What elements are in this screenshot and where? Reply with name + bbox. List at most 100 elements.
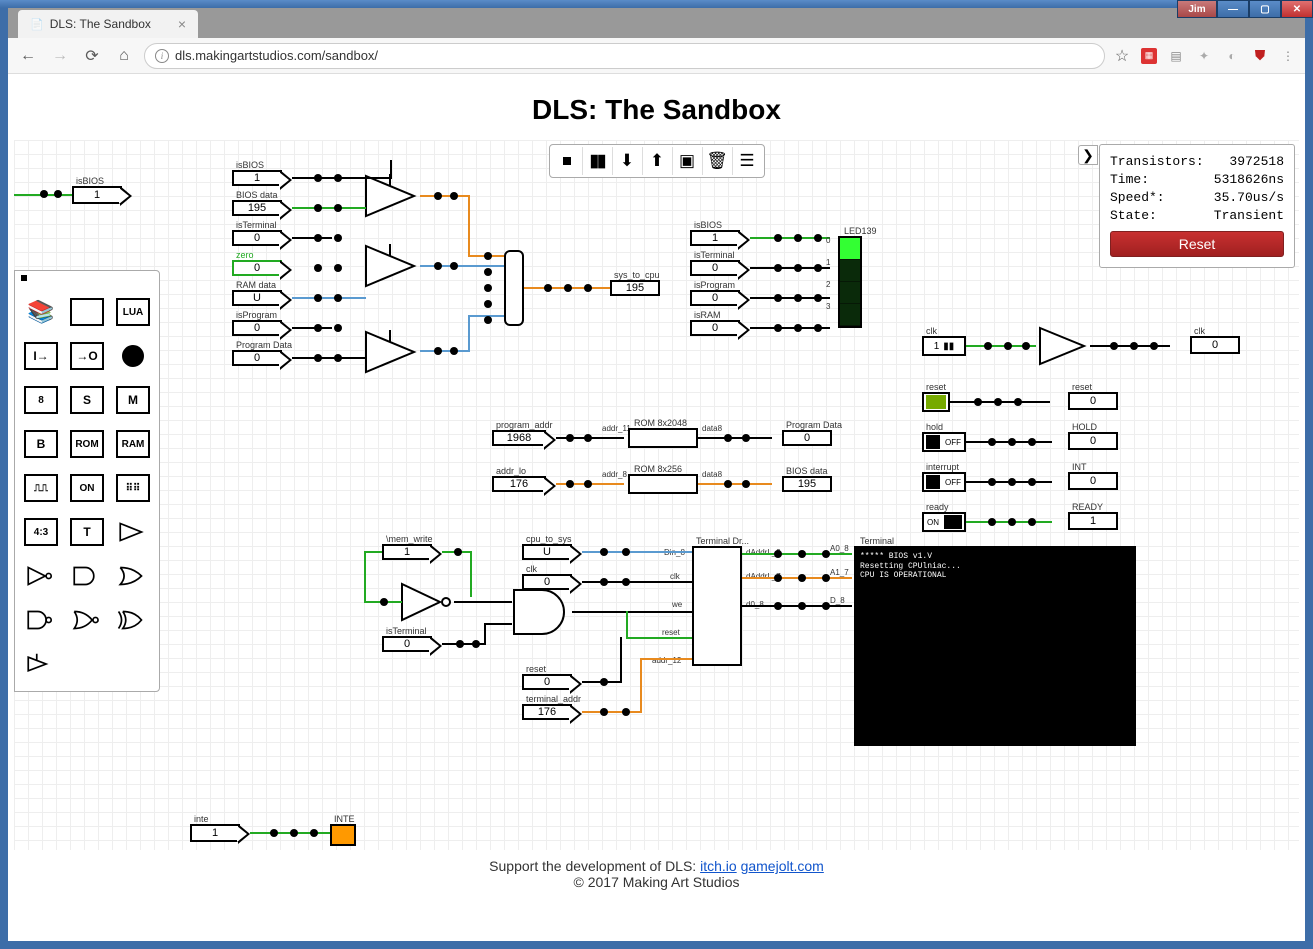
- input-ram-data[interactable]: U: [232, 290, 282, 306]
- pause-button[interactable]: ▮▮: [582, 147, 612, 175]
- buffer-clk[interactable]: [1038, 326, 1092, 366]
- extension-sync-icon[interactable]: ◐: [1223, 47, 1241, 65]
- stop-button[interactable]: [552, 147, 582, 175]
- upload-button[interactable]: ⬆: [642, 147, 672, 175]
- input-program-addr[interactable]: 1968: [492, 430, 546, 446]
- palette-clock-icon[interactable]: ⎍⎍: [19, 467, 63, 509]
- led-panel[interactable]: [838, 236, 862, 328]
- output-program-data[interactable]: 0: [782, 430, 832, 446]
- tristate-gate-3[interactable]: [364, 330, 424, 374]
- input-zero[interactable]: 0: [232, 260, 282, 276]
- palette-output-icon[interactable]: →O: [65, 335, 109, 377]
- input-addr-lo[interactable]: 176: [492, 476, 546, 492]
- input-isterminal2[interactable]: 0: [382, 636, 432, 652]
- input-led-isram[interactable]: 0: [690, 320, 740, 336]
- input-program-data[interactable]: 0: [232, 350, 282, 366]
- palette-b-icon[interactable]: B: [19, 423, 63, 465]
- window-maximize-button[interactable]: ▢: [1249, 0, 1281, 18]
- tristate-gate-2[interactable]: [364, 244, 424, 288]
- input-cpu-to-sys[interactable]: U: [522, 544, 572, 560]
- palette-and-icon[interactable]: [65, 555, 109, 597]
- palette-input-icon[interactable]: I→: [19, 335, 63, 377]
- input-led-isprogram[interactable]: 0: [690, 290, 740, 306]
- back-button[interactable]: ←: [16, 44, 40, 68]
- palette-s-icon[interactable]: S: [65, 379, 109, 421]
- home-button[interactable]: ⌂: [112, 44, 136, 68]
- palette-lua-icon[interactable]: LUA: [111, 291, 155, 333]
- footer-link-gamejolt[interactable]: gamejolt.com: [741, 858, 824, 874]
- select-button[interactable]: ▣: [672, 147, 702, 175]
- palette-rom-icon[interactable]: ROM: [65, 423, 109, 465]
- switch-interrupt[interactable]: OFF: [922, 472, 966, 492]
- palette-handle[interactable]: [21, 275, 27, 281]
- terminal-driver-block[interactable]: [692, 546, 742, 666]
- palette-library-icon[interactable]: [19, 291, 63, 333]
- output-hold[interactable]: 0: [1068, 432, 1118, 450]
- palette-m-icon[interactable]: M: [111, 379, 155, 421]
- browser-tab[interactable]: DLS: The Sandbox ×: [18, 10, 198, 38]
- switch-reset[interactable]: [922, 392, 950, 412]
- tab-close-icon[interactable]: ×: [178, 16, 186, 32]
- extension-rss-icon[interactable]: ▤: [1167, 47, 1185, 65]
- switch-hold[interactable]: OFF: [922, 432, 966, 452]
- forward-button[interactable]: →: [48, 44, 72, 68]
- input-isbios[interactable]: 1: [232, 170, 282, 186]
- input-clk2[interactable]: 0: [522, 574, 572, 590]
- extension-evernote-icon[interactable]: ✦: [1195, 47, 1213, 65]
- palette-buffer-icon[interactable]: [111, 511, 155, 553]
- palette-ram-icon[interactable]: RAM: [111, 423, 155, 465]
- input-led-isterminal[interactable]: 0: [690, 260, 740, 276]
- reset-button[interactable]: Reset: [1110, 231, 1284, 257]
- rom-256[interactable]: [628, 474, 698, 494]
- palette-dotmatrix-icon[interactable]: ⠿⠿: [111, 467, 155, 509]
- address-bar[interactable]: i dls.makingartstudios.com/sandbox/: [144, 43, 1105, 69]
- input-reset2[interactable]: 0: [522, 674, 572, 690]
- output-clk[interactable]: 0: [1190, 336, 1240, 354]
- switch-ready[interactable]: ON: [922, 512, 966, 532]
- palette-not-icon[interactable]: [19, 555, 63, 597]
- output-isbios-left[interactable]: 1: [72, 186, 122, 204]
- delete-button[interactable]: 🗑: [702, 147, 732, 175]
- input-inte[interactable]: 1: [190, 824, 240, 842]
- input-isprogram[interactable]: 0: [232, 320, 282, 336]
- window-minimize-button[interactable]: —: [1217, 0, 1249, 18]
- reload-button[interactable]: ⟳: [80, 44, 104, 68]
- palette-nand-icon[interactable]: [19, 599, 63, 641]
- site-info-icon[interactable]: i: [155, 49, 169, 63]
- menu-button[interactable]: ☰: [732, 147, 762, 175]
- and-gate[interactable]: [512, 588, 576, 636]
- mux-block[interactable]: [504, 250, 524, 326]
- output-bios-data[interactable]: 195: [782, 476, 832, 492]
- circuit-canvas[interactable]: ▮▮ ⬇ ⬆ ▣ 🗑 ☰ ❯ Transistors:3972518 Time:…: [14, 140, 1299, 850]
- bookmark-star-icon[interactable]: ☆: [1113, 47, 1131, 65]
- output-inte[interactable]: [330, 824, 356, 846]
- output-int[interactable]: 0: [1068, 472, 1118, 490]
- palette-t-icon[interactable]: T: [65, 511, 109, 553]
- clock-source[interactable]: 1▮▮: [922, 336, 966, 356]
- palette-tristate-icon[interactable]: [19, 643, 63, 685]
- output-reset[interactable]: 0: [1068, 392, 1118, 410]
- download-button[interactable]: ⬇: [612, 147, 642, 175]
- extension-todoist-icon[interactable]: ▦: [1141, 48, 1157, 64]
- input-mem-write[interactable]: 1: [382, 544, 432, 560]
- palette-display-icon[interactable]: 4:3: [19, 511, 63, 553]
- input-isterminal[interactable]: 0: [232, 230, 282, 246]
- palette-nor-icon[interactable]: [65, 599, 109, 641]
- input-bios-data[interactable]: 195: [232, 200, 282, 216]
- not-gate-memwrite[interactable]: [400, 582, 456, 622]
- output-ready[interactable]: 1: [1068, 512, 1118, 530]
- stats-collapse-button[interactable]: ❯: [1078, 145, 1098, 165]
- palette-7seg-icon[interactable]: 8: [19, 379, 63, 421]
- terminal-display[interactable]: ***** BIOS v1.V Resetting CPUlniac... CP…: [854, 546, 1136, 746]
- chrome-menu-icon[interactable]: ⋮: [1279, 47, 1297, 65]
- input-terminal-addr[interactable]: 176: [522, 704, 572, 720]
- palette-xor-icon[interactable]: [111, 599, 155, 641]
- footer-link-itchio[interactable]: itch.io: [700, 858, 737, 874]
- palette-or-icon[interactable]: [111, 555, 155, 597]
- input-led-isbios[interactable]: 1: [690, 230, 740, 246]
- palette-led-icon[interactable]: [111, 335, 155, 377]
- output-sys-to-cpu[interactable]: 195: [610, 280, 660, 296]
- tristate-gate-1[interactable]: [364, 174, 424, 218]
- window-close-button[interactable]: ✕: [1281, 0, 1313, 18]
- extension-ublock-icon[interactable]: ⛊: [1251, 47, 1269, 65]
